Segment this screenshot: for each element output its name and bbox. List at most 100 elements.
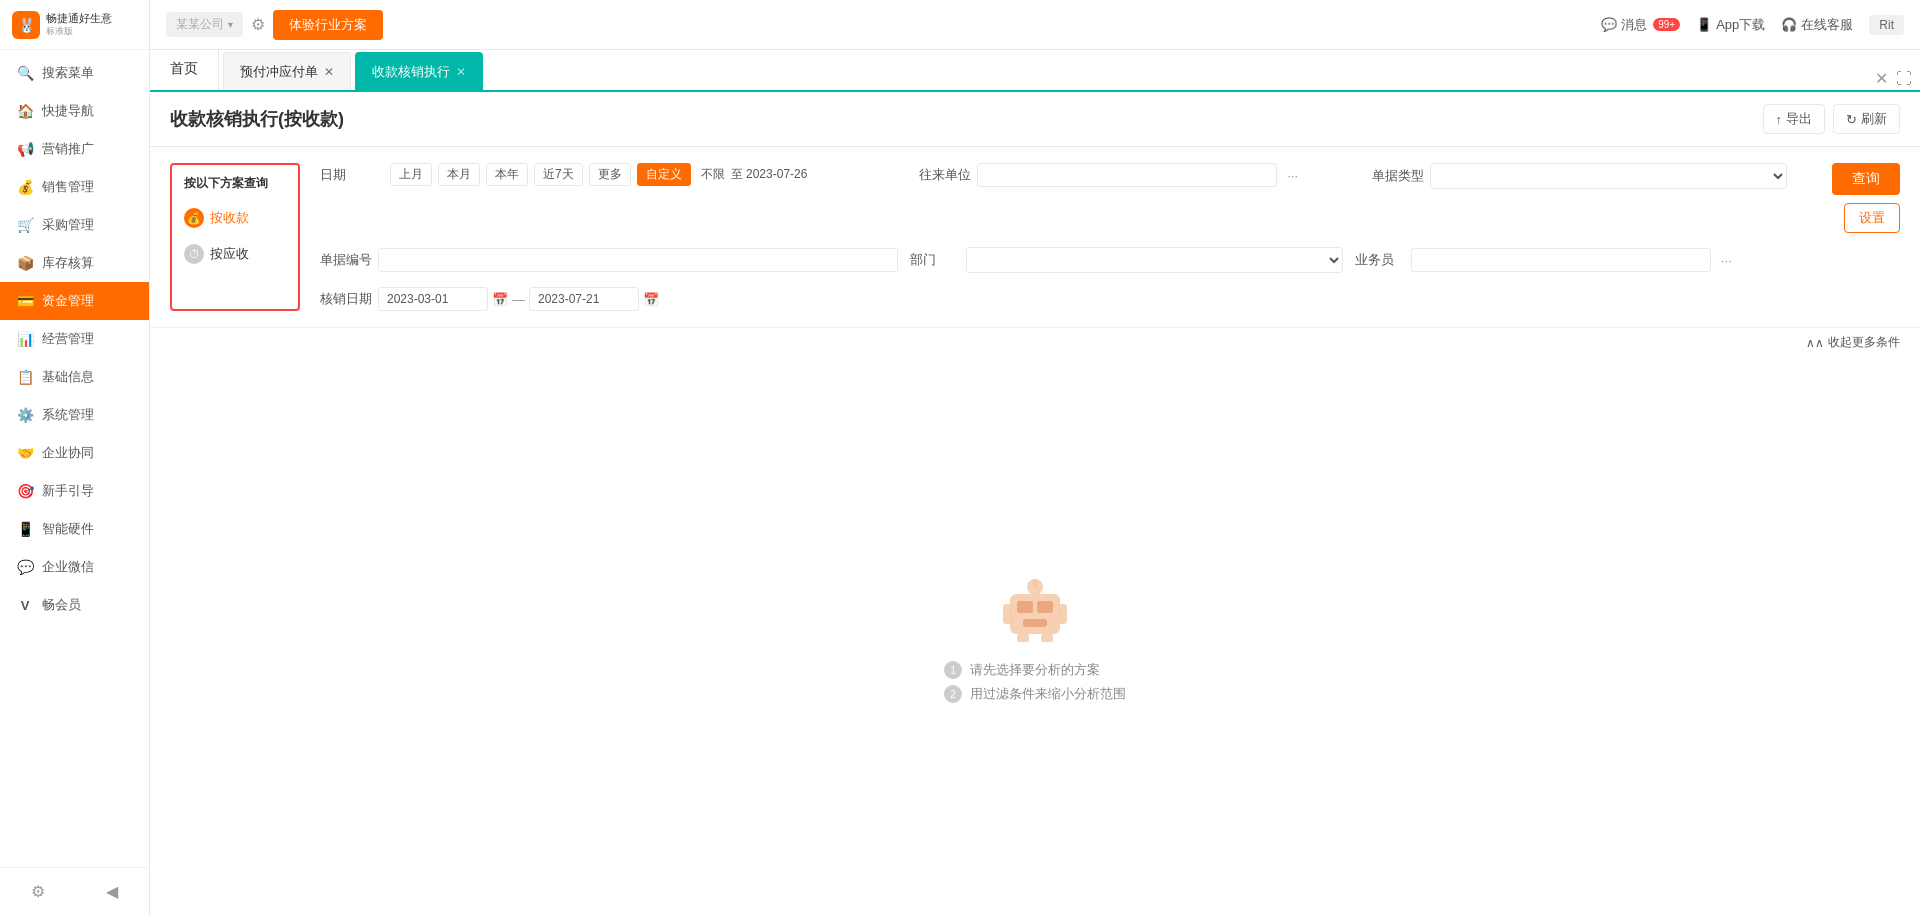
filter-sidebar-title: 按以下方案查询 bbox=[172, 175, 298, 200]
smart-hardware-icon: 📱 bbox=[16, 520, 34, 538]
sidebar-item-label: 销售管理 bbox=[42, 178, 94, 196]
collapse-button[interactable]: ∧∧ 收起更多条件 bbox=[1806, 334, 1900, 351]
doc-type-label: 单据类型 bbox=[1372, 167, 1424, 185]
collapse-label: 收起更多条件 bbox=[1828, 334, 1900, 351]
verify-date-end-input[interactable] bbox=[529, 287, 639, 311]
refresh-button[interactable]: ↻ 刷新 bbox=[1833, 104, 1900, 134]
collapse-icon: ∧∧ bbox=[1806, 336, 1824, 350]
tab-receipt-close-icon[interactable]: ✕ bbox=[456, 65, 466, 79]
tab-home[interactable]: 首页 bbox=[150, 48, 219, 90]
bottom-settings-icon[interactable]: ⚙ bbox=[27, 878, 49, 905]
page-header-actions: ↑ 导出 ↻ 刷新 bbox=[1763, 104, 1901, 146]
tab-receipt-label: 收款核销执行 bbox=[372, 63, 450, 81]
export-icon: ↑ bbox=[1776, 112, 1783, 127]
date-btn-7days[interactable]: 近7天 bbox=[534, 163, 583, 186]
calendar-icon-start[interactable]: 📅 bbox=[492, 292, 508, 307]
bottom-collapse-icon[interactable]: ◀ bbox=[102, 878, 122, 905]
sidebar-item-sales[interactable]: 💰 销售管理 bbox=[0, 168, 149, 206]
topbar-gear-icon[interactable]: ⚙ bbox=[251, 15, 265, 34]
tab-prepay-offset[interactable]: 预付冲应付单 ✕ bbox=[223, 52, 351, 90]
tab-receipt-offset[interactable]: 收款核销执行 ✕ bbox=[355, 52, 483, 90]
page-area: 收款核销执行(按收款) ↑ 导出 ↻ 刷新 按以下方案查询 💰 按收款 bbox=[150, 92, 1920, 915]
date-label: 日期 bbox=[320, 166, 370, 184]
sidebar-bottom: ⚙ ◀ bbox=[0, 867, 149, 915]
sidebar-item-quick-nav[interactable]: 🏠 快捷导航 bbox=[0, 92, 149, 130]
sidebar-item-label: 畅会员 bbox=[42, 596, 81, 614]
basic-info-icon: 📋 bbox=[16, 368, 34, 386]
message-label: 消息 bbox=[1621, 16, 1647, 34]
sidebar-item-label: 经营管理 bbox=[42, 330, 94, 348]
hint-num-2: 2 bbox=[944, 685, 962, 703]
svg-rect-5 bbox=[1033, 579, 1037, 587]
online-service-item[interactable]: 🎧 在线客服 bbox=[1781, 16, 1853, 34]
trial-industry-button[interactable]: 体验行业方案 bbox=[273, 10, 383, 40]
settings-button[interactable]: 设置 bbox=[1844, 203, 1900, 233]
sidebar-item-guide[interactable]: 🎯 新手引导 bbox=[0, 472, 149, 510]
sidebar-item-purchase[interactable]: 🛒 采购管理 bbox=[0, 206, 149, 244]
wechat-icon: 💬 bbox=[16, 558, 34, 576]
export-button[interactable]: ↑ 导出 bbox=[1763, 104, 1826, 134]
sidebar-item-finance[interactable]: 💳 资金管理 bbox=[0, 282, 149, 320]
calendar-icon-end[interactable]: 📅 bbox=[643, 292, 659, 307]
doc-no-input[interactable] bbox=[378, 248, 898, 272]
partner-dots-icon[interactable]: ··· bbox=[1283, 168, 1302, 183]
finance-icon: 💳 bbox=[16, 292, 34, 310]
filter-option-by-receipt[interactable]: 💰 按收款 bbox=[172, 200, 298, 236]
sidebar-item-enterprise[interactable]: 🤝 企业协同 bbox=[0, 434, 149, 472]
search-button[interactable]: 查询 bbox=[1832, 163, 1900, 195]
sidebar-item-label: 基础信息 bbox=[42, 368, 94, 386]
filter-sidebar: 按以下方案查询 💰 按收款 ⏱ 按应收 bbox=[170, 163, 300, 311]
date-to-label: 至 2023-07-26 bbox=[731, 166, 808, 183]
sidebar-item-system[interactable]: ⚙️ 系统管理 bbox=[0, 396, 149, 434]
refresh-icon: ↻ bbox=[1846, 112, 1857, 127]
dept-select[interactable] bbox=[966, 247, 1343, 273]
empty-hints: 1 请先选择要分析的方案 2 用过滤条件来缩小分析范围 bbox=[944, 661, 1126, 703]
hint-num-1: 1 bbox=[944, 661, 962, 679]
hint-text-2: 用过滤条件来缩小分析范围 bbox=[970, 685, 1126, 703]
staff-dots-icon[interactable]: ··· bbox=[1717, 253, 1736, 268]
sidebar-item-inventory[interactable]: 📦 库存核算 bbox=[0, 244, 149, 282]
date-btn-more[interactable]: 更多 bbox=[589, 163, 631, 186]
svg-rect-1 bbox=[1017, 601, 1033, 613]
sidebar-item-member[interactable]: V 畅会员 bbox=[0, 586, 149, 624]
sidebar-item-operations[interactable]: 📊 经营管理 bbox=[0, 320, 149, 358]
receipt-option-label: 按收款 bbox=[210, 209, 249, 227]
topbar-right: 💬 消息 99+ 📱 App下载 🎧 在线客服 Rit bbox=[1601, 15, 1904, 35]
sidebar-item-smart-hardware[interactable]: 📱 智能硬件 bbox=[0, 510, 149, 548]
tab-prepay-close-icon[interactable]: ✕ bbox=[324, 65, 334, 79]
filter-area: 按以下方案查询 💰 按收款 ⏱ 按应收 日期 bbox=[150, 147, 1920, 327]
sidebar-item-wechat[interactable]: 💬 企业微信 bbox=[0, 548, 149, 586]
app-download-item[interactable]: 📱 App下载 bbox=[1696, 16, 1765, 34]
date-btn-this-year[interactable]: 本年 bbox=[486, 163, 528, 186]
date-btn-last-month[interactable]: 上月 bbox=[390, 163, 432, 186]
page-header: 收款核销执行(按收款) ↑ 导出 ↻ 刷新 bbox=[150, 92, 1920, 147]
sidebar-item-search[interactable]: 🔍 搜索菜单 bbox=[0, 54, 149, 92]
filter-option-by-receivable[interactable]: ⏱ 按应收 bbox=[172, 236, 298, 272]
service-icon: 🎧 bbox=[1781, 17, 1797, 32]
partner-input[interactable] bbox=[977, 163, 1277, 187]
date-btn-custom[interactable]: 自定义 bbox=[637, 163, 691, 186]
receivable-option-icon: ⏱ bbox=[184, 244, 204, 264]
date-btn-this-month[interactable]: 本月 bbox=[438, 163, 480, 186]
receipt-option-icon: 💰 bbox=[184, 208, 204, 228]
doc-type-select[interactable] bbox=[1430, 163, 1788, 189]
sidebar-item-marketing[interactable]: 📢 营销推广 bbox=[0, 130, 149, 168]
username-area[interactable]: Rit bbox=[1869, 15, 1904, 35]
tab-home-label: 首页 bbox=[170, 60, 198, 78]
logo-icon: 🐰 bbox=[12, 11, 40, 39]
user-info[interactable]: 某某公司 ▾ bbox=[166, 12, 243, 37]
page-title: 收款核销执行(按收款) bbox=[170, 107, 344, 143]
tab-maximize-icon[interactable]: ⛶ bbox=[1896, 70, 1912, 88]
filter-actions: 查询 设置 bbox=[1824, 163, 1900, 233]
staff-label: 业务员 bbox=[1355, 251, 1405, 269]
staff-input[interactable] bbox=[1411, 248, 1711, 272]
verify-date-start-input[interactable] bbox=[378, 287, 488, 311]
verify-date-group: 📅 — 📅 bbox=[378, 287, 659, 311]
message-item[interactable]: 💬 消息 99+ bbox=[1601, 16, 1680, 34]
app-icon: 📱 bbox=[1696, 17, 1712, 32]
message-icon: 💬 bbox=[1601, 17, 1617, 32]
tab-close-all-icon[interactable]: ✕ bbox=[1875, 69, 1888, 88]
logo-badge: 标准版 bbox=[46, 25, 112, 38]
message-badge: 99+ bbox=[1653, 18, 1680, 31]
sidebar-item-basic-info[interactable]: 📋 基础信息 bbox=[0, 358, 149, 396]
